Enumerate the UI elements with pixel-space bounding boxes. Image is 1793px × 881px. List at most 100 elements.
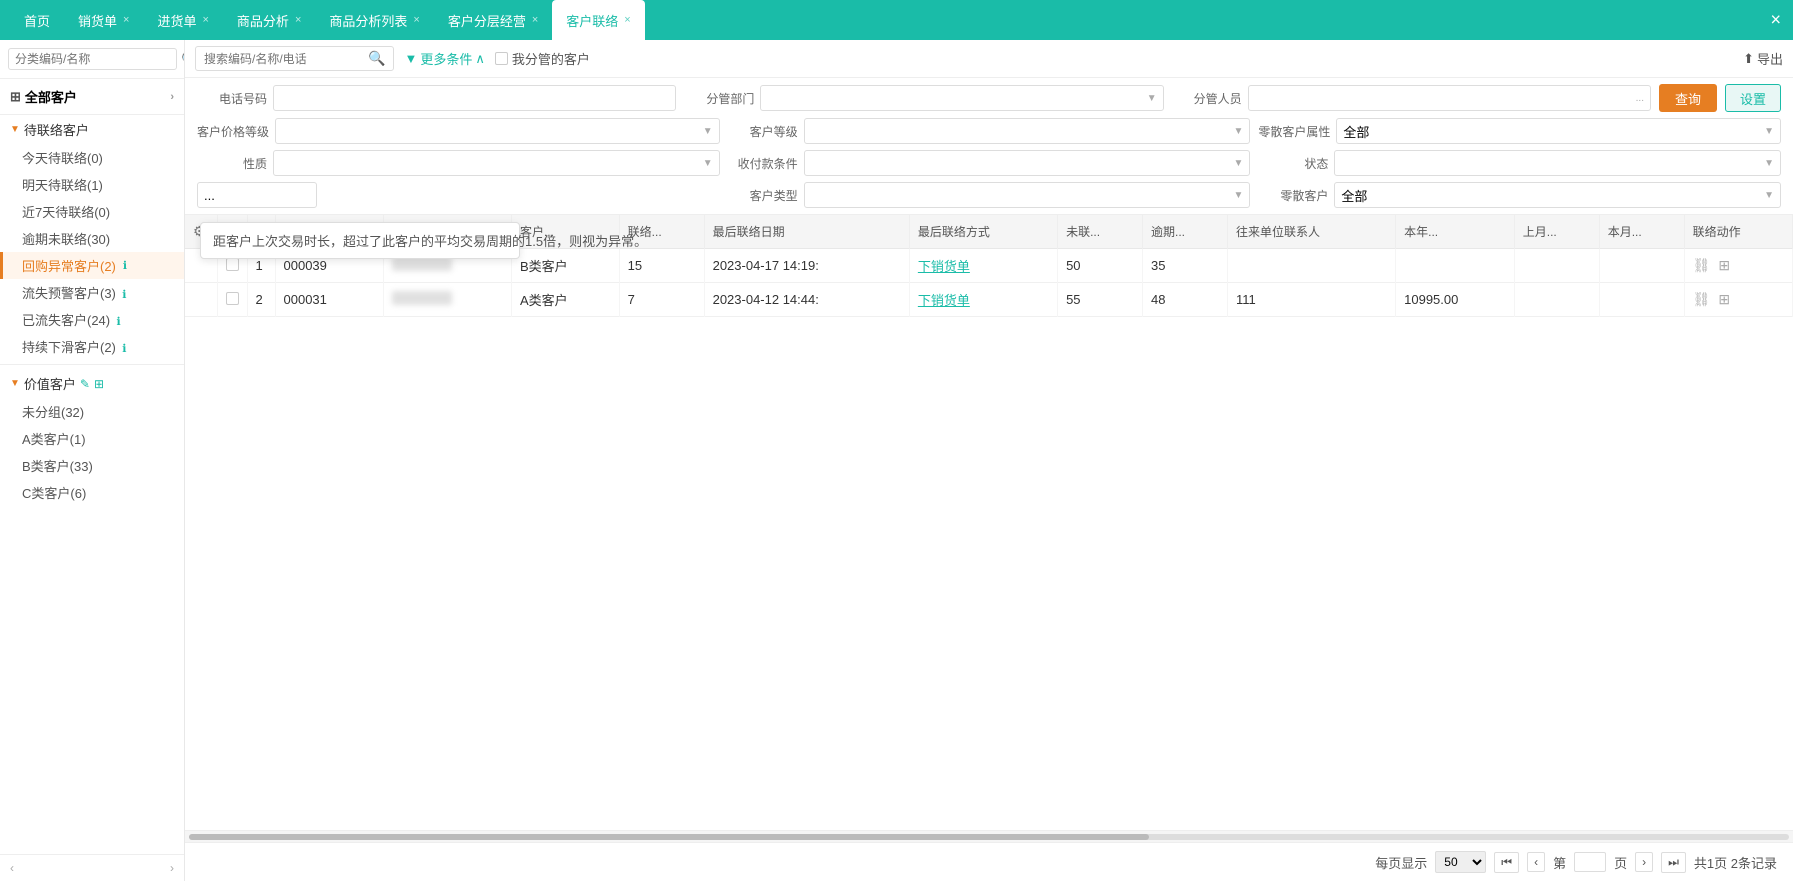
sidebar-prev-arrow[interactable]: ‹ xyxy=(10,861,14,875)
nav-item-home[interactable]: 首页 xyxy=(10,0,64,40)
page-input[interactable]: 1 xyxy=(1574,852,1606,872)
retail-arrow: ▼ xyxy=(1764,126,1774,137)
scrollbar-track[interactable] xyxy=(189,834,1789,840)
filter-nature-select[interactable]: ▼ xyxy=(273,150,720,176)
contact-method-link[interactable]: 下销货单 xyxy=(918,259,970,274)
payment-arrow: ▼ xyxy=(1233,158,1243,169)
filter-pricelevel-select[interactable]: ▼ xyxy=(275,118,720,144)
sidebar-all-customers[interactable]: ⊞ 全部客户 › xyxy=(0,79,184,115)
close-all-tabs[interactable]: × xyxy=(1770,10,1781,31)
sidebar-item-7days[interactable]: 近7天待联络(0) xyxy=(0,198,184,225)
sidebar-item-tomorrow[interactable]: 明天待联络(1) xyxy=(0,171,184,198)
customer-search-input[interactable] xyxy=(204,52,364,66)
nav-close-contact[interactable]: × xyxy=(624,14,630,26)
nav-item-sales[interactable]: 销货单 × xyxy=(64,0,143,40)
td-actions: ⛓ ⊞ xyxy=(1684,249,1792,283)
td-last-method: 下销货单 xyxy=(909,249,1057,283)
scrollbar-thumb[interactable] xyxy=(189,834,1149,840)
td-last-date: 2023-04-12 14:44: xyxy=(704,283,909,317)
td-code: 000031 xyxy=(275,283,383,317)
filter-manager-label: 分管人员 xyxy=(1172,90,1242,107)
sidebar-item-class-c[interactable]: C类客户(6) xyxy=(0,479,184,506)
sidebar-item-class-b[interactable]: B类客户(33) xyxy=(0,452,184,479)
info-icon-4[interactable]: ℹ xyxy=(122,343,126,355)
query-button[interactable]: 查询 xyxy=(1659,84,1717,112)
filter-manager-select[interactable]: ... xyxy=(1248,85,1651,111)
link-action-icon[interactable]: ⛓ xyxy=(1693,257,1711,274)
filter-customerlevel-label: 客户等级 xyxy=(728,123,798,140)
my-customers-checkbox[interactable]: 我分管的客户 xyxy=(495,49,590,68)
filter-customer-type-select[interactable]: ▼ xyxy=(804,182,1251,208)
info-icon-3[interactable]: ℹ xyxy=(116,316,120,328)
clevel-arrow: ▼ xyxy=(1233,126,1243,137)
filter-retail-customer-select[interactable]: 全部 ▼ xyxy=(1334,182,1781,208)
more-conditions-btn[interactable]: ▼ 更多条件 ∧ xyxy=(404,49,484,68)
grid-action-icon[interactable]: ⊞ xyxy=(1718,291,1730,308)
filter-status-select[interactable]: ▼ xyxy=(1334,150,1781,176)
sidebar-item-today[interactable]: 今天待联络(0) xyxy=(0,144,184,171)
nav-item-analysis[interactable]: 商品分析 × xyxy=(223,0,315,40)
row-checkbox[interactable] xyxy=(226,292,239,305)
nav-item-purchase[interactable]: 进货单 × xyxy=(143,0,222,40)
per-page-select[interactable]: 50 20 100 xyxy=(1435,851,1486,873)
filter-phone-input[interactable] xyxy=(273,85,676,111)
bottom-scrollbar[interactable] xyxy=(185,830,1793,842)
contact-method-link[interactable]: 下销货单 xyxy=(918,293,970,308)
grid-icon: ⊞ xyxy=(10,89,21,105)
sidebar-item-declining[interactable]: 持续下滑客户(2) ℹ xyxy=(0,333,184,360)
filter-customerlevel-select[interactable]: ▼ xyxy=(804,118,1251,144)
td-this-year: 10995.00 xyxy=(1396,283,1515,317)
td-uncontacted: 50 xyxy=(1058,249,1143,283)
mgr-arrow: ... xyxy=(1636,93,1644,104)
nav-close-analysis-list[interactable]: × xyxy=(413,14,419,26)
filter-payment-select[interactable]: ▼ xyxy=(804,150,1251,176)
nav-item-contact[interactable]: 客户联络 × xyxy=(552,0,644,40)
last-page-btn[interactable]: ⏭ xyxy=(1661,852,1686,873)
sidebar-item-overdue[interactable]: 逾期未联络(30) xyxy=(0,225,184,252)
nav-close-sales[interactable]: × xyxy=(123,14,129,26)
prev-page-btn[interactable]: ‹ xyxy=(1527,852,1545,872)
sidebar-item-churn-warning[interactable]: 流失预警客户(3) ℹ xyxy=(0,279,184,306)
next-page-btn[interactable]: › xyxy=(1635,852,1653,872)
filter-status-field: 状态 ▼ xyxy=(1258,150,1781,176)
sidebar-search-input[interactable] xyxy=(8,48,177,70)
sidebar-item-ungrouped[interactable]: 未分组(32) xyxy=(0,398,184,425)
sidebar-next-arrow[interactable]: › xyxy=(170,861,174,875)
sidebar-item-class-a[interactable]: A类客户(1) xyxy=(0,425,184,452)
page-label2: 页 xyxy=(1614,853,1627,872)
sidebar-item-churned[interactable]: 已流失客户(24) ℹ xyxy=(0,306,184,333)
edit-icon2[interactable]: ⊞ xyxy=(94,377,104,391)
row-checkbox[interactable] xyxy=(226,258,239,271)
sidebar-value-group[interactable]: ▼ 价值客户 ✎ ⊞ xyxy=(0,369,184,398)
info-icon[interactable]: ℹ xyxy=(123,259,127,272)
nav-item-segmentation[interactable]: 客户分层经营 × xyxy=(434,0,552,40)
filter-manager-field: 分管人员 ... xyxy=(1172,85,1651,111)
filter-row-4: ... 客户类型 ▼ 零散客户 全部 ▼ xyxy=(197,182,1781,208)
search-icon[interactable]: 🔍 xyxy=(368,50,385,67)
nav-item-analysis-list[interactable]: 商品分析列表 × xyxy=(315,0,433,40)
value-triangle: ▼ xyxy=(10,378,20,389)
checkbox-icon[interactable] xyxy=(495,52,508,65)
filter-dots-btn[interactable]: ... xyxy=(197,182,317,208)
first-page-btn[interactable]: ⏮ xyxy=(1494,852,1519,873)
export-btn[interactable]: ⬆ 导出 xyxy=(1743,49,1783,68)
info-icon-2[interactable]: ℹ xyxy=(122,289,126,301)
nav-close-analysis[interactable]: × xyxy=(295,14,301,26)
sidebar-search-bar: 🔍 xyxy=(0,40,184,79)
nav-close-purchase[interactable]: × xyxy=(202,14,208,26)
filter-dept-select[interactable]: ▼ xyxy=(760,85,1163,111)
retail-cust-arrow: ▼ xyxy=(1764,190,1774,201)
page-label: 第 xyxy=(1553,853,1566,872)
filter-retail-attr-select[interactable]: 全部 ▼ xyxy=(1336,118,1781,144)
sidebar-item-repurchase-abnormal[interactable]: 回购异常客户(2) ℹ xyxy=(0,252,184,279)
collapse-icon: › xyxy=(170,91,174,103)
th-unit-contact: 往来单位联系人 xyxy=(1227,215,1395,249)
grid-action-icon[interactable]: ⊞ xyxy=(1718,257,1730,274)
edit-icon[interactable]: ✎ xyxy=(80,377,90,391)
filter-icon: ▼ xyxy=(404,51,417,66)
filter-nature-field: 性质 ▼ xyxy=(197,150,720,176)
link-action-icon[interactable]: ⛓ xyxy=(1693,291,1711,308)
sidebar-section-waiting[interactable]: ▼ 待联络客户 xyxy=(0,115,184,144)
nav-close-segmentation[interactable]: × xyxy=(532,14,538,26)
settings-button[interactable]: 设置 xyxy=(1725,84,1781,112)
